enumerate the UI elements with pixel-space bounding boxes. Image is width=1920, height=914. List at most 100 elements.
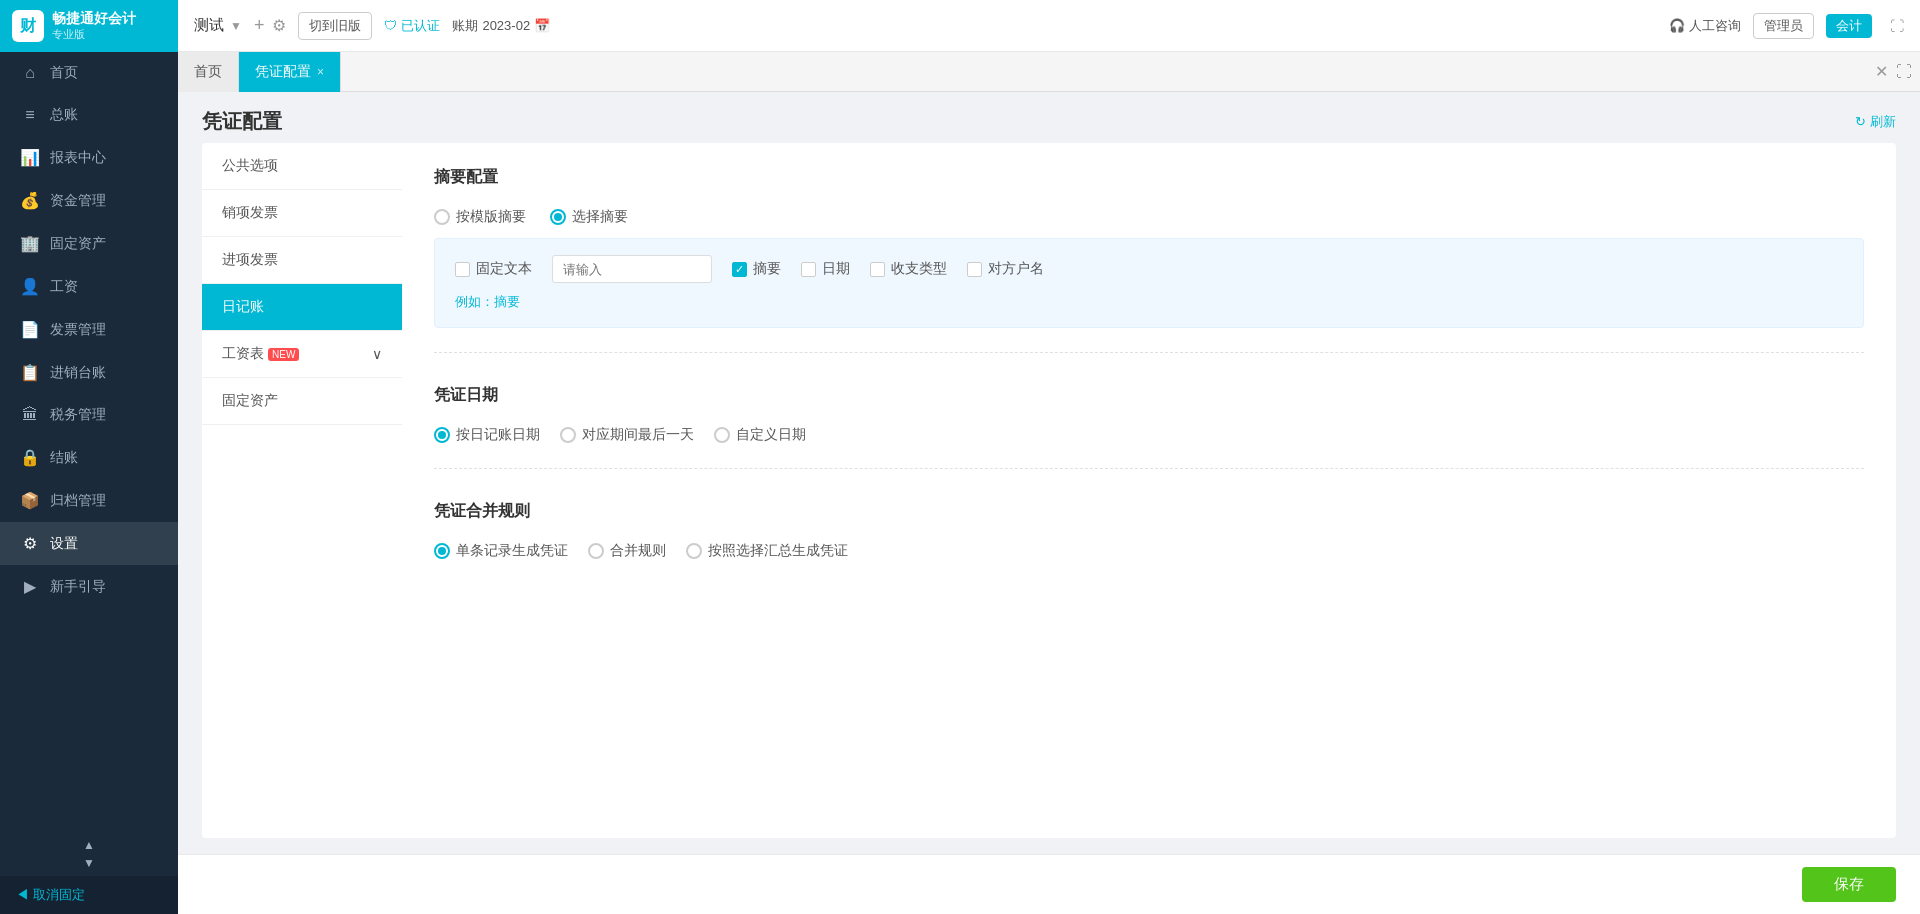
ledger-icon: ≡: [20, 106, 40, 124]
radio-label-custom: 自定义日期: [736, 426, 806, 444]
checkbox-summary[interactable]: ✓ 摘要: [732, 260, 781, 278]
checkbox-label-date: 日期: [822, 260, 850, 278]
project-dropdown-icon[interactable]: ▼: [230, 19, 242, 33]
main-layout: 公共选项销项发票进项发票日记账工资表NEW∨固定资产 摘要配置 按模版摘要 选择…: [178, 143, 1920, 854]
topbar-actions: + ⚙: [254, 15, 287, 36]
checkbox-payment_type[interactable]: 收支类型: [870, 260, 947, 278]
checkbox-row: 固定文本 ✓ 摘要 日期 收支类型: [455, 255, 1843, 283]
expand-tab-icon[interactable]: ⛶: [1896, 63, 1912, 81]
sidebar-item-home[interactable]: ⌂ 首页: [0, 52, 178, 94]
reports-icon: 📊: [20, 148, 40, 167]
left-nav-label-diary: 日记账: [222, 298, 264, 316]
checkbox-date[interactable]: 日期: [801, 260, 850, 278]
merge-section: 凭证合并规则 单条记录生成凭证 合并规则 按照选择汇总生成凭证: [434, 501, 1864, 584]
radio-label-period_last: 对应期间最后一天: [582, 426, 694, 444]
date-title: 凭证日期: [434, 385, 1864, 406]
calendar-icon[interactable]: 📅: [534, 18, 550, 33]
date-radio-group: 按日记账日期 对应期间最后一天 自定义日期: [434, 426, 1864, 444]
radio-circle-period_last: [560, 427, 576, 443]
cancel-fixed-button[interactable]: ◀ 取消固定: [0, 876, 178, 914]
fullscreen-icon[interactable]: ⛶: [1890, 18, 1904, 34]
sidebar-item-funds[interactable]: 💰 资金管理: [0, 179, 178, 222]
left-nav-item-fixed_assets[interactable]: 固定资产: [202, 378, 402, 425]
radio-merge_rule[interactable]: 合并规则: [588, 542, 666, 560]
checkbox-label-fixed_text: 固定文本: [476, 260, 532, 278]
checkbox-box-date: [801, 262, 816, 277]
logo-sub: 专业版: [52, 27, 136, 42]
sidebar-item-trade[interactable]: 📋 进销台账: [0, 351, 178, 394]
period-info: 账期 2023-02 📅: [452, 17, 550, 35]
left-nav-label-payroll_table: 工资表: [222, 345, 264, 363]
sidebar-scroll-arrows: ▲ ▼: [0, 832, 178, 876]
customer-service-button[interactable]: 🎧 人工咨询: [1669, 17, 1741, 35]
switch-old-button[interactable]: 切到旧版: [298, 12, 372, 40]
user-button[interactable]: 管理员: [1753, 13, 1814, 39]
save-button[interactable]: 保存: [1802, 867, 1896, 902]
content-area: 凭证配置 ↻ 刷新 公共选项销项发票进项发票日记账工资表NEW∨固定资产 摘要配…: [178, 92, 1920, 914]
sidebar-item-settings[interactable]: ⚙ 设置: [0, 522, 178, 565]
left-nav-item-payroll_table[interactable]: 工资表NEW∨: [202, 331, 402, 378]
sidebar-item-tax[interactable]: 🏛 税务管理: [0, 394, 178, 436]
radio-custom[interactable]: 自定义日期: [714, 426, 806, 444]
tab-voucher-config[interactable]: 凭证配置 ×: [239, 52, 341, 92]
left-nav-item-public[interactable]: 公共选项: [202, 143, 402, 190]
radio-period_last[interactable]: 对应期间最后一天: [560, 426, 694, 444]
page-title: 凭证配置: [202, 108, 282, 135]
checkbox-fixed_text[interactable]: 固定文本: [455, 260, 532, 278]
close-tab-icon[interactable]: ✕: [1875, 62, 1888, 81]
checkbox-label-payment_type: 收支类型: [891, 260, 947, 278]
sidebar-item-ledger[interactable]: ≡ 总账: [0, 94, 178, 136]
radio-circle-select_summary: [686, 543, 702, 559]
archive-icon: 📦: [20, 491, 40, 510]
sidebar-item-closing[interactable]: 🔒 结账: [0, 436, 178, 479]
sidebar-item-label: 总账: [50, 106, 78, 124]
sidebar-item-archive[interactable]: 📦 归档管理: [0, 479, 178, 522]
sidebar-item-label: 发票管理: [50, 321, 106, 339]
sidebar-item-label: 工资: [50, 278, 78, 296]
tab-close-icon[interactable]: ×: [317, 65, 324, 79]
certified-status: 🛡 已认证: [384, 17, 440, 35]
fixed-text-input[interactable]: [552, 255, 712, 283]
scroll-down-arrow[interactable]: ▼: [83, 854, 95, 872]
left-nav-item-sales_invoice[interactable]: 销项发票: [202, 190, 402, 237]
radio-circle-diary_date: [434, 427, 450, 443]
sidebar-nav: ⌂ 首页≡ 总账📊 报表中心💰 资金管理🏢 固定资产👤 工资📄 发票管理📋 进销…: [0, 52, 178, 832]
radio-diary_date[interactable]: 按日记账日期: [434, 426, 540, 444]
refresh-button[interactable]: ↻ 刷新: [1855, 113, 1896, 131]
sidebar-item-payroll[interactable]: 👤 工资: [0, 265, 178, 308]
sidebar-item-reports[interactable]: 📊 报表中心: [0, 136, 178, 179]
tab-home[interactable]: 首页: [178, 52, 239, 92]
sidebar-item-guide[interactable]: ▶ 新手引导: [0, 565, 178, 608]
checkbox-box-fixed_text: [455, 262, 470, 277]
trade-icon: 📋: [20, 363, 40, 382]
radio-select_summary[interactable]: 按照选择汇总生成凭证: [686, 542, 848, 560]
left-nav-item-purchase_invoice[interactable]: 进项发票: [202, 237, 402, 284]
merge-title: 凭证合并规则: [434, 501, 1864, 522]
main-area: 测试 ▼ + ⚙ 切到旧版 🛡 已认证 账期 2023-02 📅 🎧 人工咨询 …: [178, 0, 1920, 914]
radio-template[interactable]: 按模版摘要: [434, 208, 526, 226]
radio-select[interactable]: 选择摘要: [550, 208, 628, 226]
summary-radio-group: 按模版摘要 选择摘要: [434, 208, 1864, 226]
settings-icon[interactable]: ⚙: [272, 16, 286, 35]
sidebar-item-label: 资金管理: [50, 192, 106, 210]
radio-label-single: 单条记录生成凭证: [456, 542, 568, 560]
logo-area: 财 畅捷通好会计 专业版: [0, 0, 178, 52]
closing-icon: 🔒: [20, 448, 40, 467]
radio-circle-custom: [714, 427, 730, 443]
checkbox-counterpart[interactable]: 对方户名: [967, 260, 1044, 278]
sidebar-item-invoices[interactable]: 📄 发票管理: [0, 308, 178, 351]
tab-home-label: 首页: [194, 63, 222, 81]
sidebar-item-assets[interactable]: 🏢 固定资产: [0, 222, 178, 265]
new-badge: NEW: [268, 348, 299, 361]
checkbox-label-summary: 摘要: [753, 260, 781, 278]
payroll-icon: 👤: [20, 277, 40, 296]
radio-single[interactable]: 单条记录生成凭证: [434, 542, 568, 560]
headset-icon: 🎧: [1669, 18, 1685, 33]
right-panel: 摘要配置 按模版摘要 选择摘要 固定文本 ✓ 摘要: [402, 143, 1896, 838]
add-icon[interactable]: +: [254, 15, 265, 36]
left-nav-item-diary[interactable]: 日记账: [202, 284, 402, 331]
scroll-up-arrow[interactable]: ▲: [83, 836, 95, 854]
project-name: 测试 ▼: [194, 16, 242, 35]
role-button[interactable]: 会计: [1826, 14, 1872, 38]
sidebar-item-label: 进销台账: [50, 364, 106, 382]
